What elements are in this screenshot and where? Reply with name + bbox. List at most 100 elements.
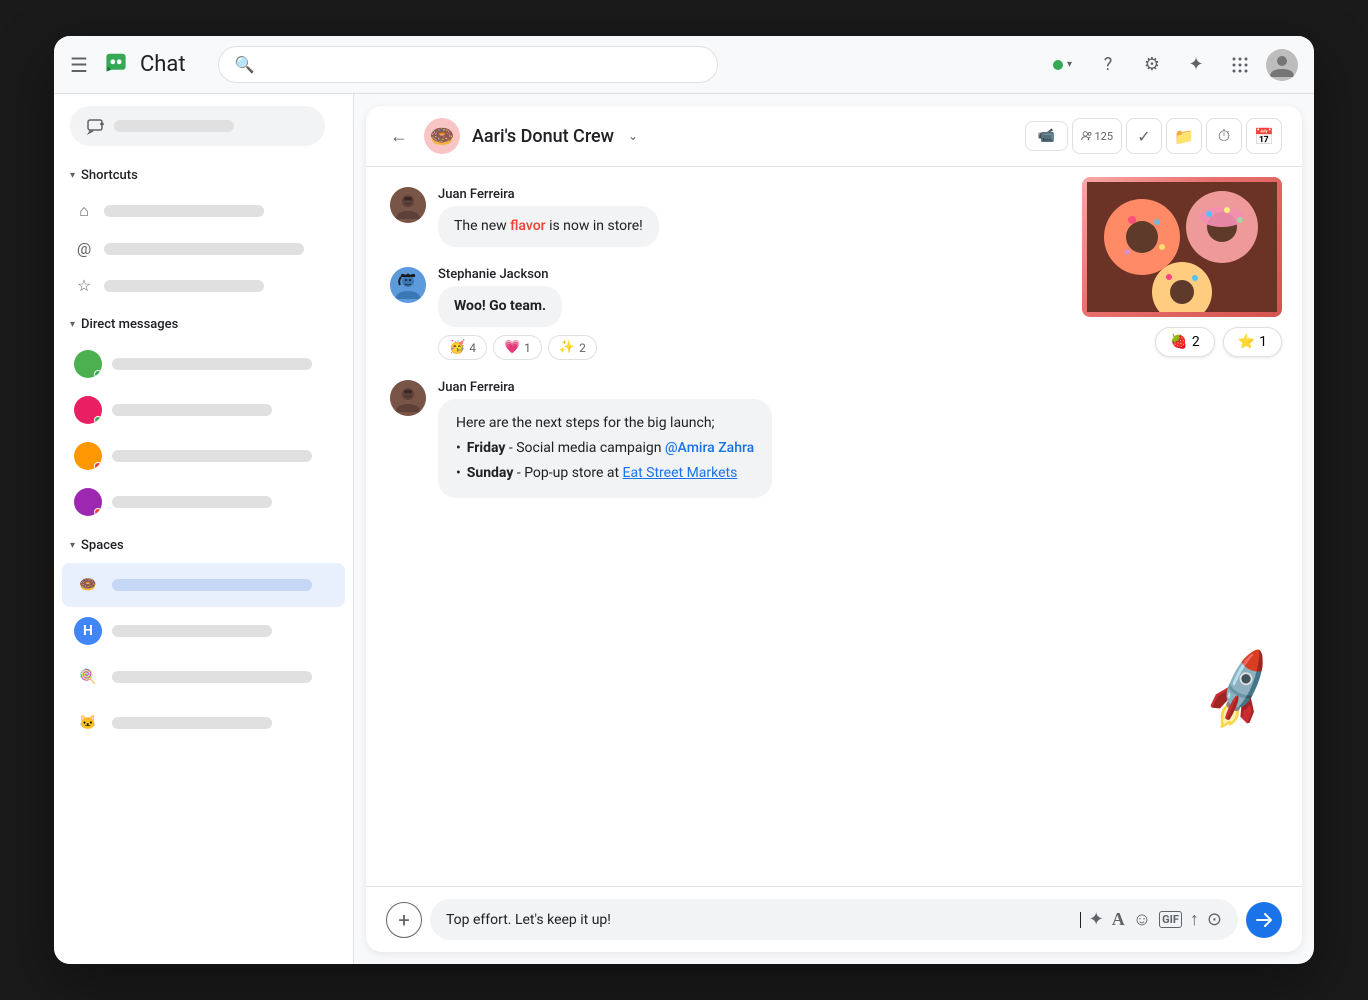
search-icon: 🔍 — [235, 55, 255, 74]
space-icon-donut: 🍩 — [74, 571, 102, 599]
dm-avatar-1 — [74, 350, 102, 378]
donut-svg — [1087, 182, 1277, 312]
party-emoji: 🥳 — [449, 340, 465, 355]
gemini-input-icon[interactable]: ✦ — [1089, 909, 1104, 930]
members-button[interactable]: 125 — [1072, 118, 1122, 154]
back-button[interactable]: ← — [386, 122, 412, 151]
dm-item-3[interactable] — [62, 434, 345, 478]
space-item-candy[interactable]: 🍭 — [62, 655, 345, 699]
mentions-icon: @ — [74, 239, 94, 258]
reaction-heart[interactable]: 💗 1 — [493, 335, 542, 360]
text-input-container[interactable]: Top effort. Let's keep it up! ✦ A ☺ GIF … — [430, 899, 1238, 940]
video-call-button[interactable]: 📹 — [1025, 121, 1068, 151]
emoji-icon[interactable]: ☺ — [1133, 909, 1151, 930]
sunday-text: - Pop-up store at — [513, 465, 622, 481]
send-button[interactable] — [1246, 902, 1282, 938]
gemini-button[interactable]: ✦ — [1178, 47, 1214, 83]
send-icon — [1255, 911, 1273, 929]
shortcuts-label: Shortcuts — [81, 168, 138, 183]
reaction-sparkle[interactable]: ✨ 2 — [548, 335, 597, 360]
timer-button[interactable]: ⏱ — [1206, 118, 1242, 154]
dm-item-1[interactable] — [62, 342, 345, 386]
group-name: Aari's Donut Crew — [472, 126, 614, 147]
browser-window: ☰ Chat 🔍 ▾ — [54, 36, 1314, 964]
reaction-party[interactable]: 🥳 4 — [438, 335, 487, 360]
star-count: 1 — [1259, 334, 1267, 350]
status-dot — [1053, 60, 1063, 70]
friday-text: - Social media campaign — [505, 440, 665, 456]
message-input[interactable]: Top effort. Let's keep it up! — [446, 912, 1072, 928]
reaction-count-2: 1 — [524, 341, 531, 355]
eat-street-link[interactable]: Eat Street Markets — [623, 465, 738, 481]
message-bubble-3: Here are the next steps for the big laun… — [438, 399, 772, 498]
dm-item-4[interactable] — [62, 480, 345, 524]
juan-avatar-icon-2 — [390, 380, 426, 416]
dm-section-header[interactable]: ▾ Direct messages — [62, 311, 345, 338]
strawberry-emoji: 🍓 — [1170, 334, 1187, 350]
format-text-icon[interactable]: A — [1112, 909, 1125, 930]
message-text-before: The new — [454, 218, 510, 234]
new-chat-button[interactable] — [70, 106, 325, 146]
rocket-sticker: 🚀 — [1193, 644, 1287, 736]
message-text-after: is now in store! — [546, 218, 643, 234]
help-button[interactable]: ? — [1090, 47, 1126, 83]
shortcut-mentions[interactable]: @ — [62, 231, 345, 266]
online-status-indicator — [94, 416, 102, 424]
tasks-button[interactable]: ✓ — [1126, 118, 1162, 154]
space-icon-cat: 🐱 — [74, 709, 102, 737]
hamburger-icon[interactable]: ☰ — [70, 53, 88, 77]
status-button[interactable]: ▾ — [1043, 53, 1082, 76]
stephanie-avatar-icon — [390, 267, 426, 303]
juan-avatar-icon — [390, 187, 426, 223]
space-item-donut[interactable]: 🍩 — [62, 563, 345, 607]
tasks-icon: ✓ — [1137, 127, 1150, 146]
status-chevron-icon: ▾ — [1067, 59, 1072, 70]
shortcuts-section-header[interactable]: ▾ Shortcuts — [62, 162, 345, 189]
chat-logo-icon — [100, 49, 132, 81]
messages-container: 🍓 2 ⭐ 1 — [366, 167, 1302, 886]
message-avatar-juan-1 — [390, 187, 426, 223]
star-reaction[interactable]: ⭐ 1 — [1223, 327, 1282, 357]
message-sender-juan-2: Juan Ferreira — [438, 380, 1278, 395]
spaces-section-header[interactable]: ▾ Spaces — [62, 532, 345, 559]
sidebar: ▾ Shortcuts ⌂ @ ☆ ▾ Direct messages — [54, 94, 354, 964]
search-bar[interactable]: 🔍 — [218, 46, 718, 83]
gemini-icon: ✦ — [1188, 54, 1203, 75]
space-item-h[interactable]: H — [62, 609, 345, 653]
calendar-icon: 📅 — [1254, 127, 1274, 146]
mention-amira[interactable]: @Amira Zahra — [665, 440, 754, 456]
group-chevron-icon[interactable]: ⌄ — [628, 129, 638, 143]
dm-avatar-4 — [74, 488, 102, 516]
message-content-3: Juan Ferreira Here are the next steps fo… — [438, 380, 1278, 498]
shortcut-starred[interactable]: ☆ — [62, 268, 345, 303]
dm-label: Direct messages — [81, 317, 178, 332]
header-actions: 📹 125 ✓ — [1025, 118, 1282, 154]
dm-chevron-icon: ▾ — [70, 319, 75, 330]
add-attachment-button[interactable]: + — [386, 902, 422, 938]
gif-icon[interactable]: GIF — [1159, 911, 1182, 928]
input-icons: ✦ A ☺ GIF ↑ ⊙ — [1089, 909, 1222, 930]
donut-image — [1082, 177, 1282, 317]
heart-emoji: 💗 — [504, 340, 520, 355]
apps-button[interactable] — [1222, 47, 1258, 83]
strawberry-reaction[interactable]: 🍓 2 — [1155, 327, 1214, 357]
reaction-count-1: 4 — [469, 341, 476, 355]
user-avatar[interactable] — [1266, 49, 1298, 81]
space-item-cat[interactable]: 🐱 — [62, 701, 345, 745]
more-options-icon[interactable]: ⊙ — [1207, 909, 1222, 930]
shortcut-home[interactable]: ⌂ — [62, 193, 345, 229]
folder-button[interactable]: 📁 — [1166, 118, 1202, 154]
calendar-button[interactable]: 📅 — [1246, 118, 1282, 154]
settings-button[interactable]: ⚙ — [1134, 47, 1170, 83]
dm-item-2[interactable] — [62, 388, 345, 432]
chat-area: ← 🍩 Aari's Donut Crew ⌄ 📹 — [366, 106, 1302, 952]
offline-status-indicator — [94, 508, 102, 516]
sparkle-emoji: ✨ — [559, 340, 575, 355]
offline-status-indicator — [94, 462, 102, 470]
reaction-count-3: 2 — [579, 341, 586, 355]
user-avatar-icon — [1266, 49, 1298, 81]
sunday-label: Sunday — [467, 465, 514, 481]
flavor-highlight: flavor — [510, 218, 545, 234]
upload-icon[interactable]: ↑ — [1190, 909, 1199, 930]
dm-avatar-3 — [74, 442, 102, 470]
